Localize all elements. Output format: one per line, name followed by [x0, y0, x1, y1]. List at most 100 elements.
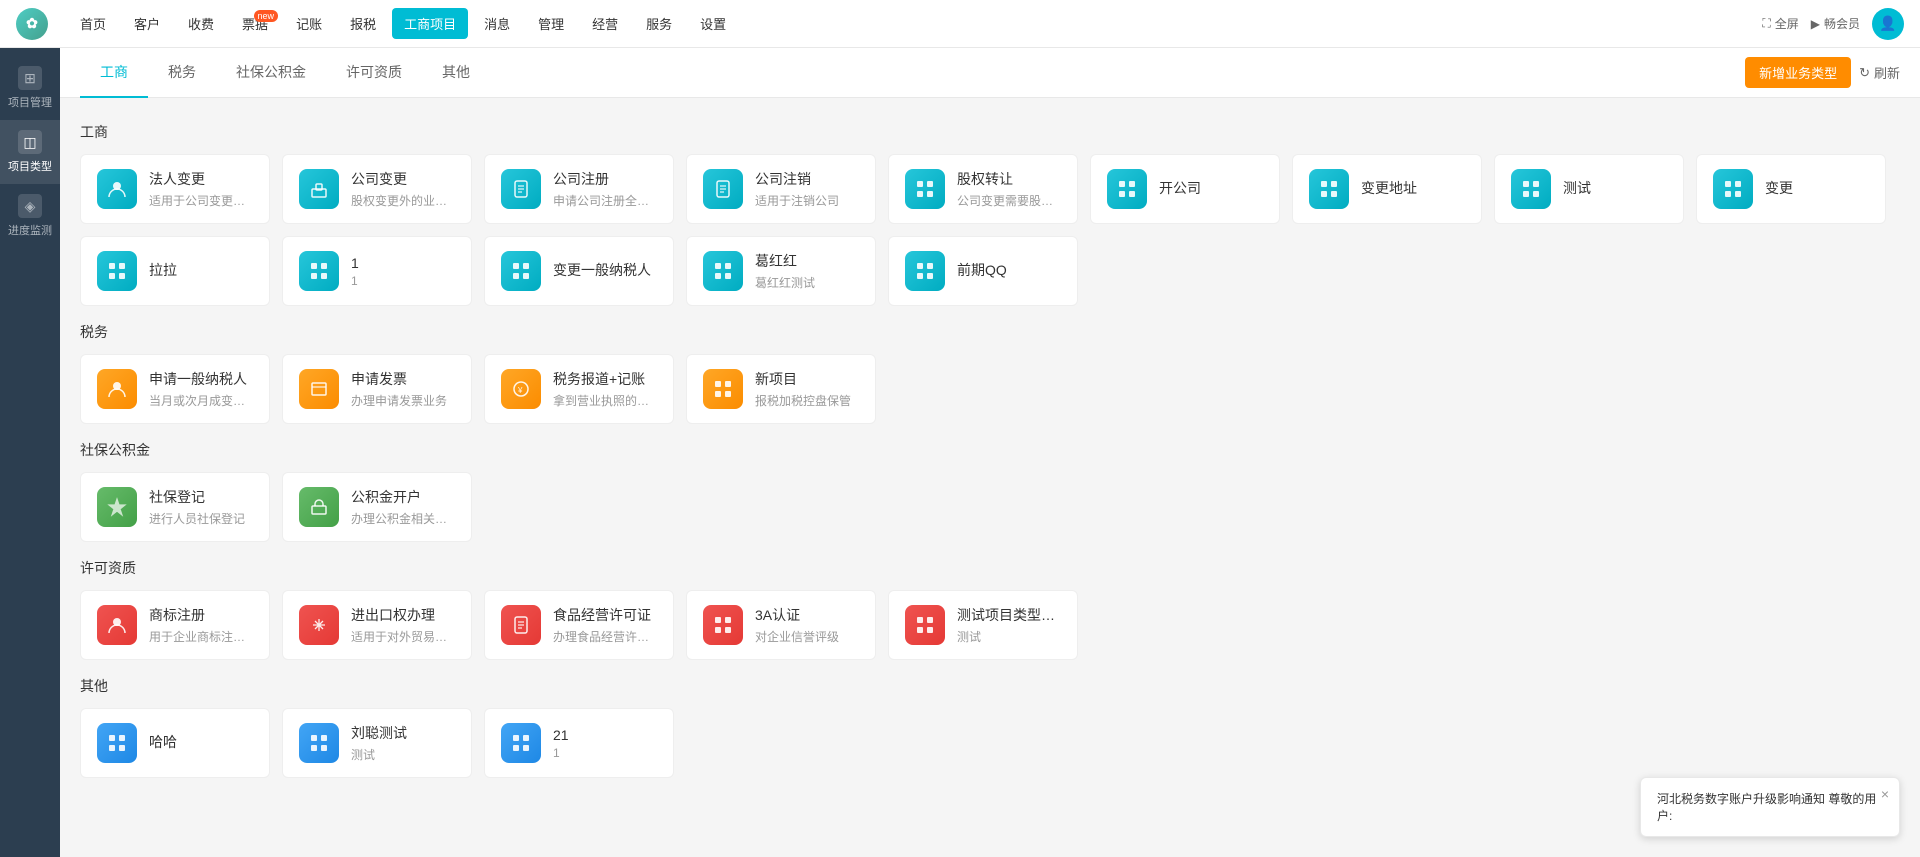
card-法人变更[interactable]: 法人变更适用于公司变更法人: [80, 154, 270, 224]
card-测试[interactable]: 测试: [1494, 154, 1684, 224]
card-info: 公司注册申请公司注册全流程: [553, 169, 657, 209]
fullscreen-btn[interactable]: ⛶ 全屏: [1762, 15, 1798, 32]
card-税务报道+记账[interactable]: ¥税务报道+记账拿到营业执照的新公司: [484, 354, 674, 424]
nav-item-客户[interactable]: 客户: [122, 8, 172, 39]
new-type-button[interactable]: 新增业务类型: [1745, 57, 1851, 88]
card-测试项目类型目定义[interactable]: 测试项目类型目定义测试: [888, 590, 1078, 660]
nav-item-报税[interactable]: 报税: [338, 8, 388, 39]
card-icon: [1107, 169, 1147, 209]
card-变更地址[interactable]: 变更地址: [1292, 154, 1482, 224]
nav-item-经营[interactable]: 经营: [580, 8, 630, 39]
nav-item-消息[interactable]: 消息: [472, 8, 522, 39]
card-社保登记[interactable]: 社保登记进行人员社保登记: [80, 472, 270, 542]
card-icon: [97, 605, 137, 645]
card-icon: [299, 251, 339, 291]
card-3A认证[interactable]: 3A认证对企业信誉评级: [686, 590, 876, 660]
card-icon: [905, 169, 945, 209]
content-area: 工商法人变更适用于公司变更法人公司变更股权变更外的业务变更 公司注册申请公司注册全…: [60, 98, 1920, 810]
card-变更一般纳税人[interactable]: 变更一般纳税人: [484, 236, 674, 306]
cards-grid-社保公积金: 社保登记进行人员社保登记 公积金开户办理公积金相关业务: [80, 472, 1900, 542]
card-股权转让[interactable]: 股权转让公司变更需要股权转让: [888, 154, 1078, 224]
tab-税务[interactable]: 税务: [148, 48, 216, 98]
tab-许可资质[interactable]: 许可资质: [326, 48, 422, 98]
card-商标注册[interactable]: 商标注册用于企业商标注册服务: [80, 590, 270, 660]
section-title-许可资质: 许可资质: [80, 558, 1900, 578]
card-1[interactable]: 11: [282, 236, 472, 306]
card-info: 食品经营许可证办理食品经营许可证: [553, 605, 657, 645]
nav-item-记账[interactable]: 记账: [284, 8, 334, 39]
card-info: 申请一般纳税人当月或次月成变更完成: [149, 369, 253, 409]
card-icon: [905, 605, 945, 645]
card-desc: 1: [351, 274, 455, 288]
card-desc: 办理公积金相关业务: [351, 510, 455, 527]
sidebar-item-项目类型[interactable]: ◫项目类型: [0, 120, 60, 184]
card-desc: 股权变更外的业务变更: [351, 192, 455, 209]
nav-item-票据[interactable]: 票据new: [230, 8, 280, 39]
refresh-button[interactable]: ↻ 刷新: [1859, 63, 1900, 82]
card-哈哈[interactable]: 哈哈: [80, 708, 270, 778]
member-btn[interactable]: ▶ 畅会员: [1811, 15, 1860, 32]
card-21[interactable]: 211: [484, 708, 674, 778]
card-name: 社保登记: [149, 487, 253, 507]
tab-工商[interactable]: 工商: [80, 48, 148, 98]
card-icon: [97, 251, 137, 291]
card-公司注册[interactable]: 公司注册申请公司注册全流程: [484, 154, 674, 224]
card-name: 刘聪测试: [351, 723, 455, 743]
card-食品经营许可证[interactable]: 食品经营许可证办理食品经营许可证: [484, 590, 674, 660]
nav-item-收费[interactable]: 收费: [176, 8, 226, 39]
card-desc: 进行人员社保登记: [149, 510, 253, 527]
card-name: 测试项目类型目定义: [957, 605, 1061, 625]
card-info: 葛红红葛红红测试: [755, 251, 859, 291]
card-name: 葛红红: [755, 251, 859, 271]
cards-grid-其他: 哈哈 刘聪测试测试 211: [80, 708, 1900, 778]
card-公司变更[interactable]: 公司变更股权变更外的业务变更: [282, 154, 472, 224]
card-name: 变更一般纳税人: [553, 260, 657, 280]
card-拉拉[interactable]: 拉拉: [80, 236, 270, 306]
card-icon: [299, 605, 339, 645]
card-开公司[interactable]: 开公司: [1090, 154, 1280, 224]
card-申请发票[interactable]: 申请发票办理申请发票业务: [282, 354, 472, 424]
card-name: 开公司: [1159, 178, 1263, 198]
card-info: 3A认证对企业信誉评级: [755, 605, 859, 645]
card-icon: [501, 169, 541, 209]
nav-item-服务[interactable]: 服务: [634, 8, 684, 39]
card-icon: [1511, 169, 1551, 209]
card-info: 新项目报税加税控盘保管: [755, 369, 859, 409]
section-title-社保公积金: 社保公积金: [80, 440, 1900, 460]
card-进出口权办理[interactable]: 进出口权办理适用于对外贸易经营者: [282, 590, 472, 660]
card-刘聪测试[interactable]: 刘聪测试测试: [282, 708, 472, 778]
nav-item-首页[interactable]: 首页: [68, 8, 118, 39]
cards-grid-许可资质: 商标注册用于企业商标注册服务进出口权办理适用于对外贸易经营者 食品经营许可证办理食…: [80, 590, 1900, 660]
fullscreen-label: 全屏: [1775, 15, 1799, 32]
card-公司注销[interactable]: 公司注销适用于注销公司: [686, 154, 876, 224]
card-name: 申请发票: [351, 369, 455, 389]
avatar[interactable]: 👤: [1872, 8, 1904, 40]
card-公积金开户[interactable]: 公积金开户办理公积金相关业务: [282, 472, 472, 542]
card-icon: [97, 169, 137, 209]
card-desc: 拿到营业执照的新公司: [553, 392, 657, 409]
card-info: 刘聪测试测试: [351, 723, 455, 763]
card-info: 公司注销适用于注销公司: [755, 169, 859, 209]
card-desc: 报税加税控盘保管: [755, 392, 859, 409]
section-title-工商: 工商: [80, 122, 1900, 142]
tab-社保公积金[interactable]: 社保公积金: [216, 48, 326, 98]
card-变更[interactable]: 变更: [1696, 154, 1886, 224]
card-新项目[interactable]: 新项目报税加税控盘保管: [686, 354, 876, 424]
nav-item-设置[interactable]: 设置: [688, 8, 738, 39]
card-葛红红[interactable]: 葛红红葛红红测试: [686, 236, 876, 306]
card-icon: [299, 369, 339, 409]
tab-其他[interactable]: 其他: [422, 48, 490, 98]
card-name: 公积金开户: [351, 487, 455, 507]
nav-item-工商项目[interactable]: 工商项目: [392, 8, 468, 39]
card-info: 公积金开户办理公积金相关业务: [351, 487, 455, 527]
sidebar: ⊞项目管理◫项目类型◈进度监测: [0, 48, 60, 857]
card-申请一般纳税人[interactable]: 申请一般纳税人当月或次月成变更完成: [80, 354, 270, 424]
sidebar-item-项目管理[interactable]: ⊞项目管理: [0, 56, 60, 120]
card-前期QQ[interactable]: 前期QQ: [888, 236, 1078, 306]
card-desc: 当月或次月成变更完成: [149, 392, 253, 409]
notification-close[interactable]: ×: [1881, 786, 1889, 802]
card-name: 哈哈: [149, 732, 253, 752]
nav-item-管理[interactable]: 管理: [526, 8, 576, 39]
sidebar-item-进度监测[interactable]: ◈进度监测: [0, 184, 60, 248]
refresh-label: 刷新: [1874, 63, 1900, 82]
